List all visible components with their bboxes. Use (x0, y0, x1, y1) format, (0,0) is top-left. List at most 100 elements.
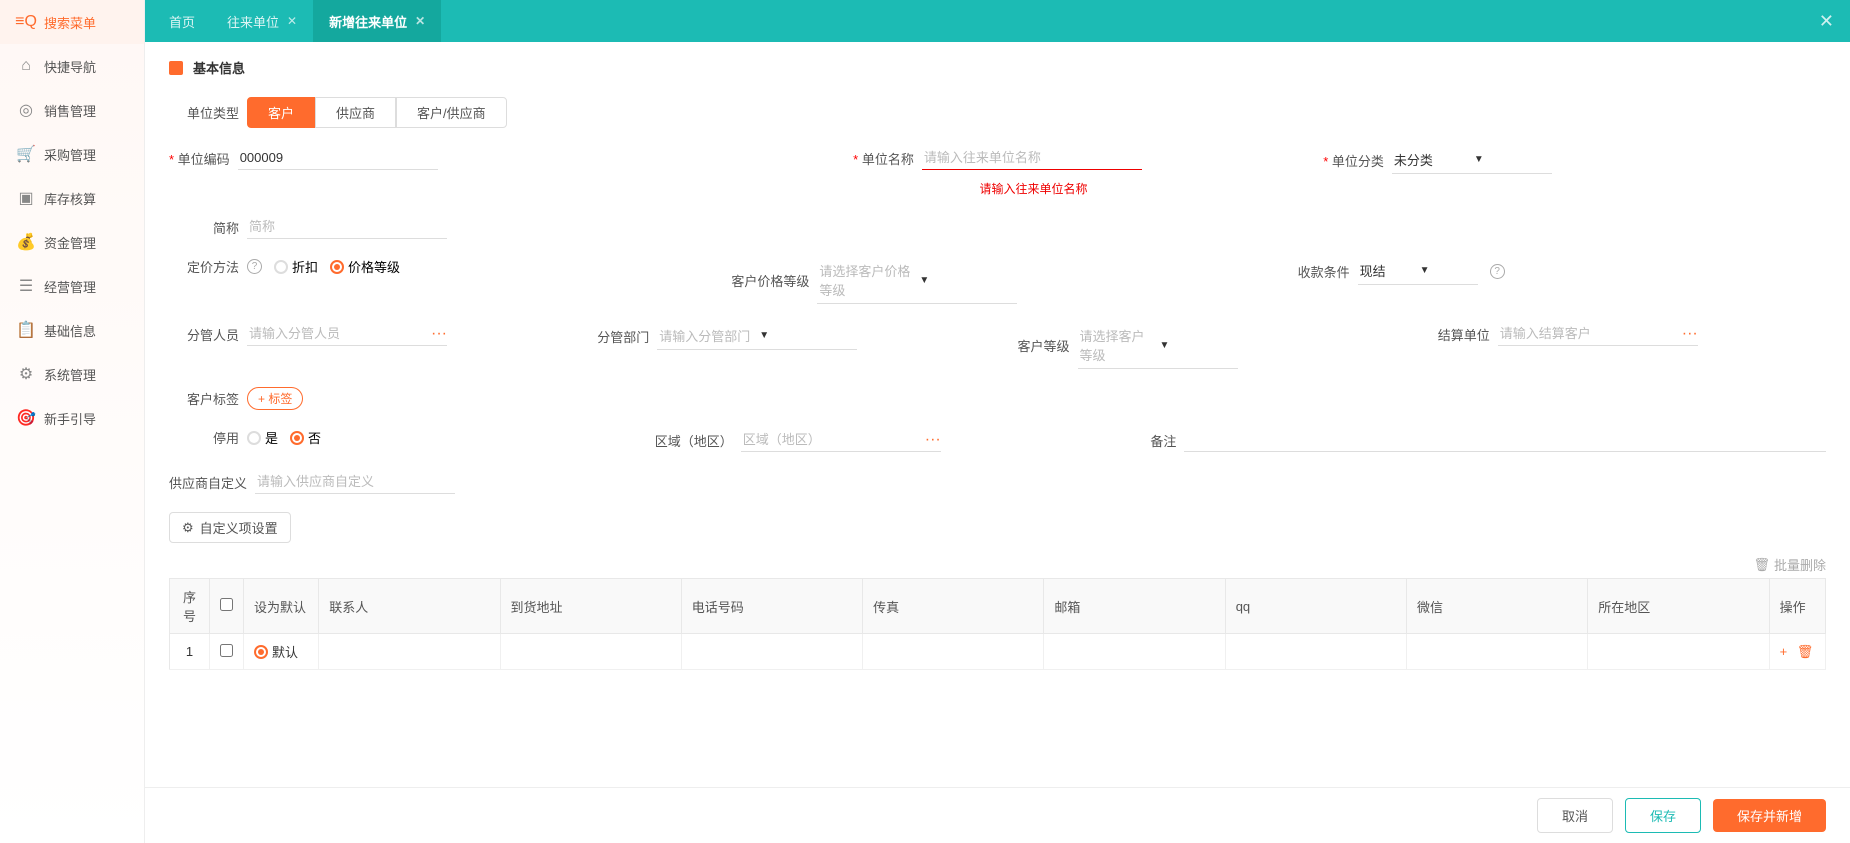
inventory-icon: ▣ (16, 188, 36, 208)
tab-partner[interactable]: 往来单位 ✕ (211, 0, 313, 42)
type-btn-both[interactable]: 客户/供应商 (396, 97, 507, 128)
short-name-input[interactable] (247, 215, 447, 239)
row-region-input[interactable] (1598, 645, 1758, 659)
row-default-cell: 默认 (244, 634, 319, 670)
row-email-input[interactable] (1054, 645, 1214, 659)
sidebar-item-beginner-label: 新手引导 (44, 409, 96, 428)
tab-new-partner-close-icon[interactable]: ✕ (415, 14, 425, 28)
department-select[interactable]: 请输入分管部门 ▼ (657, 322, 857, 350)
unit-type-label: 单位类型 (169, 103, 239, 122)
settlement-input[interactable] (1498, 322, 1678, 345)
settlement-more-icon[interactable]: ··· (1682, 325, 1698, 343)
row-no: 1 (170, 634, 210, 670)
unit-code-label: 单位编码 (169, 149, 230, 168)
save-button[interactable]: 保存 (1625, 798, 1701, 833)
type-btn-customer[interactable]: 客户 (247, 97, 315, 128)
sidebar: ≡Q 搜索菜单 ⌂ 快捷导航 ◎ 销售管理 🛒 采购管理 ▣ 库存核算 💰 资金… (0, 0, 145, 843)
row-checkbox[interactable] (220, 644, 233, 657)
region-input[interactable] (741, 428, 921, 451)
page-content: 基本信息 单位类型 客户 供应商 客户/供应商 单位编码 单位名称 (145, 42, 1850, 787)
sidebar-item-quick-nav[interactable]: ⌂ 快捷导航 (0, 44, 144, 88)
section-title-text: 基本信息 (193, 58, 245, 77)
sidebar-item-purchase[interactable]: 🛒 采购管理 (0, 132, 144, 176)
sidebar-item-search-label: 搜索菜单 (44, 13, 96, 32)
sidebar-item-system[interactable]: ⚙ 系统管理 (0, 352, 144, 396)
region-more-icon[interactable]: ··· (925, 431, 941, 449)
unit-category-select[interactable]: 未分类 ▼ (1392, 146, 1552, 174)
sidebar-item-operations[interactable]: ☰ 经营管理 (0, 264, 144, 308)
tab-new-partner[interactable]: 新增往来单位 ✕ (313, 0, 441, 42)
sidebar-item-beginner[interactable]: 🎯 新手引导 (0, 396, 144, 440)
pricing-level[interactable]: 价格等级 (330, 257, 400, 276)
sidebar-item-operations-label: 经营管理 (44, 277, 96, 296)
unit-code-input[interactable] (238, 146, 438, 170)
sidebar-item-sales-label: 销售管理 (44, 101, 96, 120)
row-contact-input[interactable] (329, 645, 489, 659)
payment-terms-group: 收款条件 现结 ▼ ? (1290, 257, 1826, 285)
sidebar-item-search[interactable]: ≡Q 搜索菜单 (0, 0, 144, 44)
row-qq-input[interactable] (1236, 645, 1396, 659)
batch-delete-icon: 🗑 (1753, 557, 1770, 573)
col-checkbox (210, 579, 244, 634)
search-icon: ≡Q (16, 12, 36, 32)
tab-partner-close-icon[interactable]: ✕ (287, 14, 297, 28)
payment-terms-select[interactable]: 现结 ▼ (1358, 257, 1478, 285)
row-add-icon[interactable]: + (1780, 644, 1788, 659)
department-placeholder: 请输入分管部门 (659, 326, 755, 345)
window-close-icon[interactable]: ✕ (1811, 11, 1842, 32)
remark-input[interactable] (1184, 428, 1826, 452)
table-header-row: 序号 设为默认 联系人 到货地址 电话号码 传真 邮箱 qq 微信 所在地区 操… (170, 579, 1826, 634)
unit-code-group: 单位编码 (169, 146, 672, 170)
row-address-input[interactable] (511, 645, 671, 659)
manager-input[interactable] (247, 322, 427, 345)
select-all-checkbox[interactable] (220, 598, 233, 611)
row-wechat-input[interactable] (1417, 645, 1577, 659)
customer-level-select[interactable]: 请选择客户等级 ▼ (1078, 322, 1238, 369)
unit-category-chevron-icon: ▼ (1474, 154, 1550, 165)
supplier-custom-input[interactable] (255, 470, 455, 494)
sidebar-item-purchase-label: 采购管理 (44, 145, 96, 164)
disabled-label: 停用 (169, 428, 239, 447)
custom-settings-button[interactable]: ⚙ 自定义项设置 (169, 512, 291, 543)
batch-delete-area: 🗑 批量删除 (169, 555, 1826, 574)
row-phone-input[interactable] (692, 645, 852, 659)
col-fax: 传真 (863, 579, 1044, 634)
disabled-yes[interactable]: 是 (247, 428, 278, 447)
short-name-row: 简称 (169, 215, 1826, 239)
payment-terms-value: 现结 (1360, 261, 1416, 280)
row-fax-input[interactable] (873, 645, 1033, 659)
sidebar-item-basic-info[interactable]: 📋 基础信息 (0, 308, 144, 352)
disabled-no[interactable]: 否 (290, 428, 321, 447)
col-email: 邮箱 (1044, 579, 1225, 634)
pricing-radio-group: 折扣 价格等级 (274, 257, 400, 276)
pricing-discount[interactable]: 折扣 (274, 257, 318, 276)
beginner-icon: 🎯 (16, 408, 36, 428)
type-btn-supplier[interactable]: 供应商 (315, 97, 396, 128)
customer-price-select[interactable]: 请选择客户价格等级 ▼ (817, 257, 1017, 304)
row-phone (681, 634, 862, 670)
row-delete-icon[interactable]: 🗑 (1797, 644, 1814, 659)
pricing-method-group: 定价方法 ? 折扣 价格等级 (169, 257, 705, 276)
region-input-with-more: ··· (741, 428, 941, 452)
tab-home[interactable]: 首页 (153, 0, 211, 42)
contact-table: 序号 设为默认 联系人 到货地址 电话号码 传真 邮箱 qq 微信 所在地区 操… (169, 578, 1826, 670)
save-new-button[interactable]: 保存并新增 (1713, 799, 1826, 832)
sidebar-item-sales[interactable]: ◎ 销售管理 (0, 88, 144, 132)
col-qq: qq (1225, 579, 1406, 634)
sidebar-item-finance[interactable]: 💰 资金管理 (0, 220, 144, 264)
payment-terms-help-icon[interactable]: ? (1490, 264, 1505, 279)
supplier-custom-group: 供应商自定义 (169, 470, 1826, 494)
sidebar-item-inventory[interactable]: ▣ 库存核算 (0, 176, 144, 220)
manager-more-icon[interactable]: ··· (431, 325, 447, 343)
pricing-level-label: 价格等级 (348, 257, 400, 276)
add-tag-button[interactable]: + 标签 (247, 387, 303, 410)
col-region: 所在地区 (1588, 579, 1769, 634)
batch-delete-button[interactable]: 🗑 批量删除 (1753, 555, 1826, 574)
row-default-radio-item[interactable]: 默认 (254, 642, 308, 661)
pricing-help-icon[interactable]: ? (247, 259, 262, 274)
unit-name-input[interactable] (922, 146, 1142, 170)
cancel-button[interactable]: 取消 (1537, 798, 1613, 833)
disabled-radio-group: 是 否 (247, 428, 321, 447)
customer-price-chevron-icon: ▼ (919, 275, 1015, 286)
customer-price-placeholder: 请选择客户价格等级 (819, 261, 915, 299)
